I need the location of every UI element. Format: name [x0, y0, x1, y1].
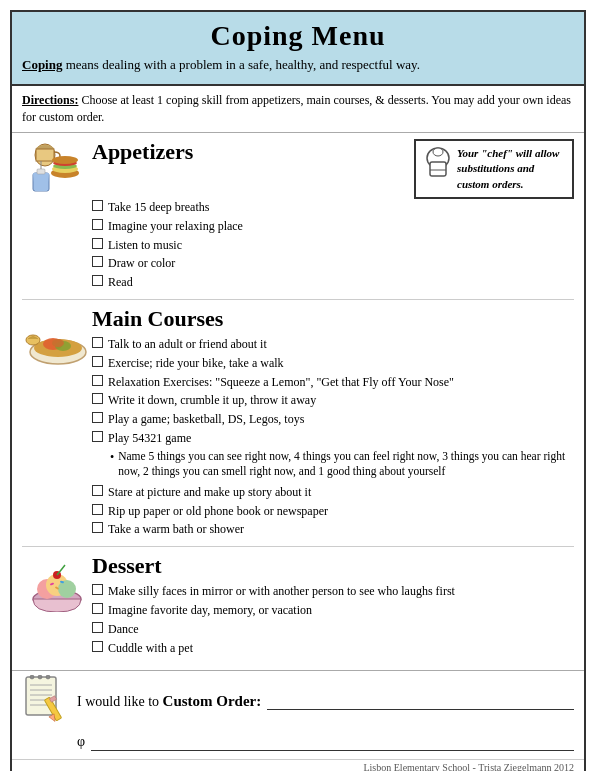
chef-hat-icon [424, 146, 452, 191]
appetizers-section: Appetizers Your "chef" will allow substi… [22, 139, 574, 293]
intro-text: Coping means dealing with a problem in a… [22, 56, 574, 74]
title-section: Coping Menu Coping means dealing with a … [12, 12, 584, 86]
dessert-icon [22, 557, 92, 612]
coping-bold: Coping [22, 57, 62, 72]
main-courses-section: Main Courses Talk to an adult or friend … [22, 306, 574, 540]
list-item: Listen to music [92, 237, 574, 254]
dessert-title: Dessert [92, 553, 574, 579]
dessert-list: Make silly faces in mirror or with anoth… [92, 583, 574, 656]
checkbox[interactable] [92, 412, 103, 423]
checkbox[interactable] [92, 393, 103, 404]
checkbox[interactable] [92, 219, 103, 230]
appetizers-header-row: Appetizers Your "chef" will allow substi… [92, 139, 574, 199]
checkbox[interactable] [92, 485, 103, 496]
svg-point-15 [433, 148, 443, 156]
custom-order-label: I would like to Custom Order: [77, 693, 261, 710]
svg-point-25 [58, 580, 76, 598]
appetizers-list: Take 15 deep breaths Imagine your relaxi… [92, 199, 574, 291]
svg-marker-9 [33, 173, 49, 191]
dessert-bowl-icon [27, 557, 87, 612]
checkbox[interactable] [92, 504, 103, 515]
list-item: Talk to an adult or friend about it [92, 336, 574, 353]
list-item: Relaxation Exercises: "Squeeze a Lemon",… [92, 374, 574, 391]
notepad-pencil-icon [22, 675, 72, 723]
footer-text: Lisbon Elementary School - Trista Ziegel… [363, 762, 574, 771]
page-title: Coping Menu [22, 20, 574, 52]
svg-point-36 [30, 675, 34, 679]
main-courses-body: Main Courses Talk to an adult or friend … [92, 306, 574, 540]
checkbox[interactable] [92, 200, 103, 211]
page: Coping Menu Coping means dealing with a … [10, 10, 586, 771]
list-item: Draw or color [92, 255, 574, 272]
content-area: Appetizers Your "chef" will allow substi… [12, 133, 584, 671]
divider [22, 546, 574, 547]
list-item: Write it down, crumble it up, throw it a… [92, 392, 574, 409]
chef-box-text: Your "chef" will allow substitutions and… [457, 146, 564, 192]
custom-order-section: I would like to Custom Order: φ [12, 670, 584, 759]
list-item: Play 54321 game [92, 430, 574, 447]
list-item: Dance [92, 621, 574, 638]
checkbox[interactable] [92, 375, 103, 386]
main-courses-list: Talk to an adult or friend about it Exer… [92, 336, 574, 538]
bullet: • [110, 449, 114, 465]
checkbox[interactable] [92, 256, 103, 267]
list-item: Make silly faces in mirror or with anoth… [92, 583, 574, 600]
appetizers-title: Appetizers [92, 139, 193, 165]
main-courses-icon [22, 310, 92, 370]
list-item: Imagine favorite day, memory, or vacatio… [92, 602, 574, 619]
list-item: Cuddle with a pet [92, 640, 574, 657]
sub-list-item: • Name 5 things you can see right now, 4… [92, 449, 574, 482]
checkbox[interactable] [92, 275, 103, 286]
checkbox[interactable] [92, 337, 103, 348]
divider [22, 299, 574, 300]
svg-rect-10 [37, 169, 45, 174]
food-stack-icon [27, 143, 87, 198]
main-courses-title: Main Courses [92, 306, 574, 332]
notepad-icon [22, 675, 77, 727]
list-item: Rip up paper or old phone book or newspa… [92, 503, 574, 520]
directions-section: Directions: Choose at least 1 coping ski… [12, 86, 584, 133]
checkbox[interactable] [92, 522, 103, 533]
checkbox[interactable] [92, 431, 103, 442]
checkbox[interactable] [92, 356, 103, 367]
plate-food-icon [25, 310, 90, 370]
list-item: Read [92, 274, 574, 291]
phi-symbol: φ [77, 734, 85, 750]
list-item: Exercise; ride your bike, take a walk [92, 355, 574, 372]
dessert-section: Dessert Make silly faces in mirror or wi… [22, 553, 574, 658]
svg-rect-2 [36, 149, 54, 161]
chef-box: Your "chef" will allow substitutions and… [414, 139, 574, 199]
appetizers-icon [22, 143, 92, 198]
checkbox[interactable] [92, 603, 103, 614]
dessert-body: Dessert Make silly faces in mirror or wi… [92, 553, 574, 658]
svg-point-7 [52, 156, 78, 164]
checkbox[interactable] [92, 238, 103, 249]
list-item: Stare at picture and make up story about… [92, 484, 574, 501]
svg-point-38 [46, 675, 50, 679]
svg-rect-13 [430, 162, 446, 176]
checkbox[interactable] [92, 584, 103, 595]
directions-label: Directions: [22, 93, 78, 107]
checkbox[interactable] [92, 622, 103, 633]
svg-point-20 [52, 339, 64, 347]
list-item: Take 15 deep breaths [92, 199, 574, 216]
appetizers-body: Appetizers Your "chef" will allow substi… [92, 139, 574, 293]
custom-order-line-2[interactable] [91, 733, 574, 751]
sub-item: • Name 5 things you can see right now, 4… [110, 449, 574, 480]
list-item: Play a game; basketball, DS, Legos, toys [92, 411, 574, 428]
directions-text: Choose at least 1 coping skill from appe… [22, 93, 571, 124]
custom-order-row: I would like to Custom Order: [22, 675, 574, 727]
list-item: Take a warm bath or shower [92, 521, 574, 538]
list-item: Imagine your relaxing place [92, 218, 574, 235]
footer: Lisbon Elementary School - Trista Ziegel… [12, 759, 584, 771]
checkbox[interactable] [92, 641, 103, 652]
custom-order-line-1[interactable] [267, 692, 574, 710]
second-line-row: φ [22, 733, 574, 751]
svg-point-37 [38, 675, 42, 679]
